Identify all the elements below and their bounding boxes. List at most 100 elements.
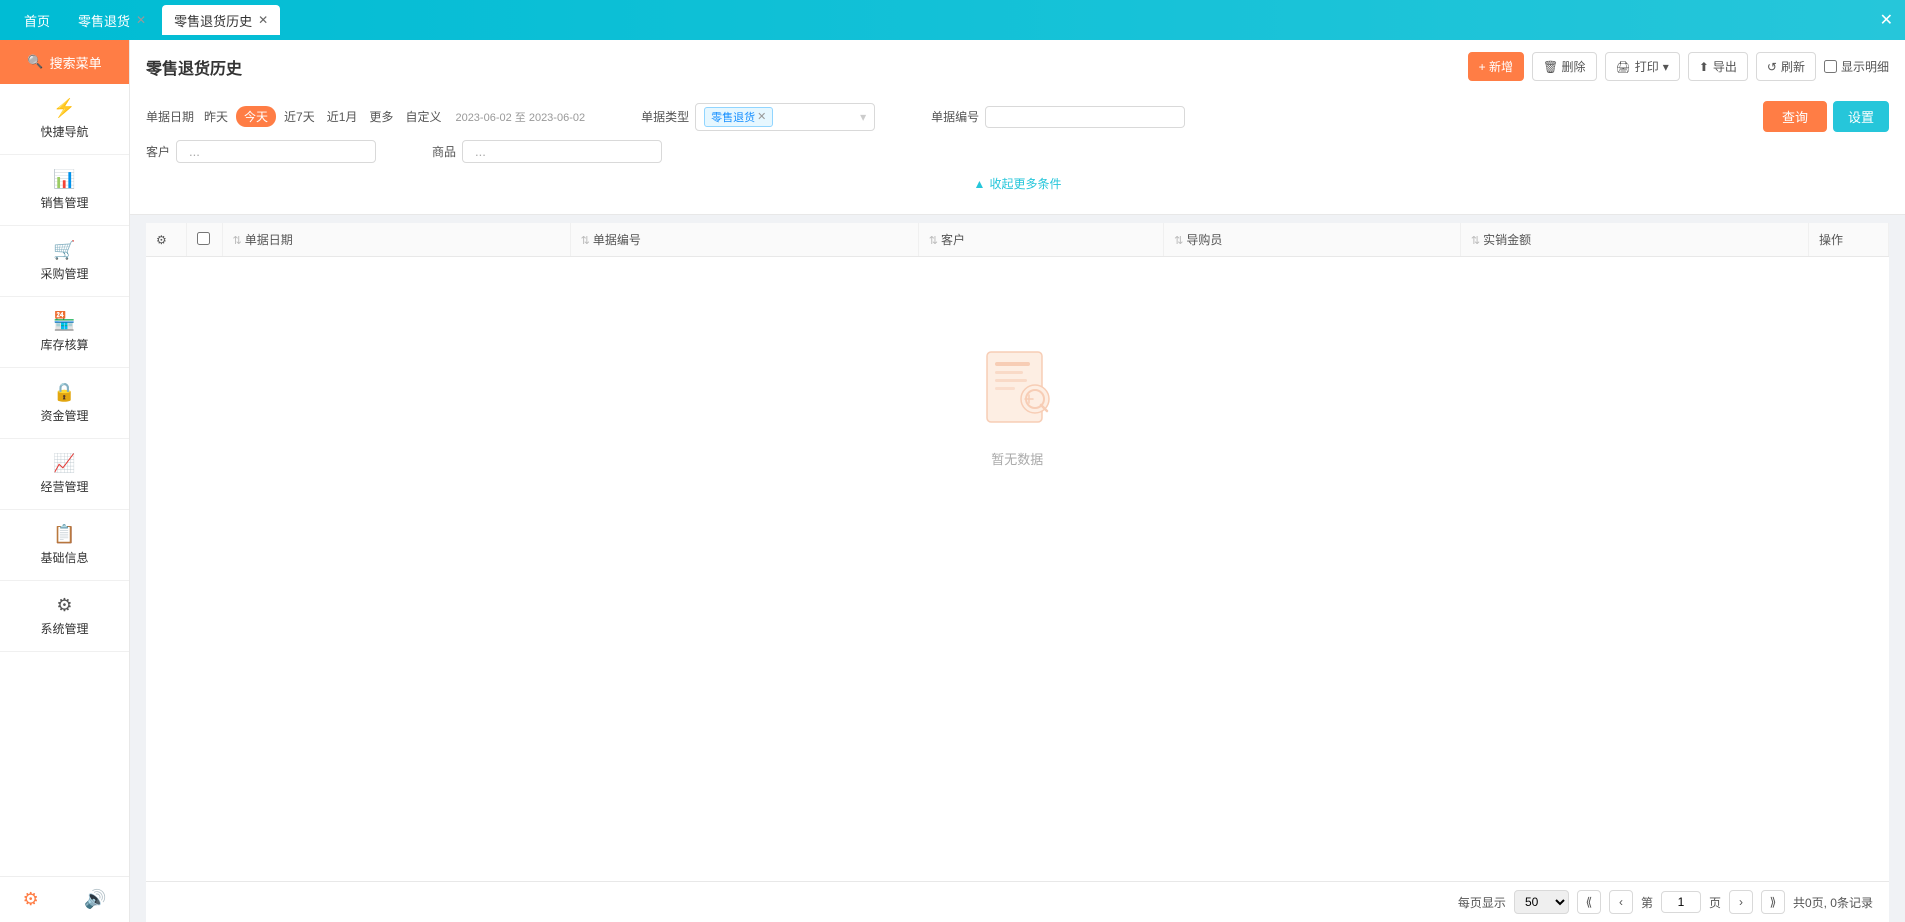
collapse-filter-button[interactable]: ▲ 收起更多条件 [974,175,1062,192]
date-btn-yesterday[interactable]: 昨天 [200,106,232,127]
sidebar-item-sales-mgmt-label: 销售管理 [40,194,88,211]
doc-no-label: 单据编号 [931,108,979,125]
doc-type-tag: 零售退货 ✕ [704,107,773,127]
date-btn-today[interactable]: 今天 [236,106,276,127]
customer-label: 客户 [146,143,170,160]
toolbar: + 新增 🗑 删除 🖨 🖨 打印 打印 ▾ ⬆ 导出 ↺ 刷新 [1468,52,1889,81]
sidebar-item-finance-label: 资金管理 [40,407,88,424]
query-button[interactable]: 查询 [1763,101,1827,132]
sidebar: 🔍 搜索菜单 ⚡ 快捷导航 📊 销售管理 🛒 采购管理 🏪 库存核算 🔒 资金管… [0,40,130,922]
sidebar-audio-icon[interactable]: 🔊 [84,889,106,910]
page-label-prefix: 第 [1641,894,1653,911]
doc-type-filter: 单据类型 零售退货 ✕ ▾ [641,103,875,131]
show-detail-checkbox-label[interactable]: 显示明细 [1824,58,1889,75]
table-container: ⚙ 单据日期 单据编号 客户 导购员 实销金额 操作 [146,223,1889,881]
sidebar-item-operations[interactable]: 📈 经营管理 [0,439,129,510]
sidebar-item-inventory[interactable]: 🏪 库存核算 [0,297,129,368]
tab-retail-return[interactable]: 零售退货 ✕ [66,5,158,35]
filter-row-2: 客户 ... 商品 ... [146,140,1889,163]
tab-retail-return-history-close[interactable]: ✕ [258,13,268,27]
collapse-label: 收起更多条件 [989,175,1061,192]
search-icon: 🔍 [27,54,43,70]
export-button[interactable]: ⬆ 导出 [1688,52,1748,81]
tab-retail-return-history[interactable]: 零售退货历史 ✕ [162,5,280,35]
goods-ellipsis[interactable]: ... [471,144,490,159]
goods-select[interactable]: ... [462,140,662,163]
page-title: 零售退货历史 [146,55,242,79]
system-mgmt-icon: ⚙ [56,595,72,616]
page-input[interactable]: 1 [1661,891,1701,913]
th-doc-date[interactable]: 单据日期 [222,223,570,257]
quick-nav-icon: ⚡ [53,98,75,119]
table-head: ⚙ 单据日期 单据编号 客户 导购员 实销金额 操作 [146,223,1889,257]
page-size-label: 每页显示 [1458,894,1506,911]
sidebar-item-system-mgmt[interactable]: ⚙ 系统管理 [0,581,129,652]
empty-state-illustration [967,337,1067,437]
sidebar-item-quick-nav[interactable]: ⚡ 快捷导航 [0,84,129,155]
th-customer[interactable]: 客户 [918,223,1163,257]
collapse-icon: ▲ [974,177,986,191]
page-first-button[interactable]: ⟪ [1577,890,1601,914]
refresh-button[interactable]: ↺ 刷新 [1756,52,1816,81]
date-btn-last7[interactable]: 近7天 [280,106,319,127]
sidebar-search-label: 搜索菜单 [50,53,102,72]
inventory-icon: 🏪 [53,311,75,332]
content-inner: ⚙ 单据日期 单据编号 客户 导购员 实销金额 操作 [130,215,1905,922]
column-settings-icon[interactable]: ⚙ [156,233,167,247]
sidebar-settings-icon[interactable]: ⚙ [23,889,39,910]
customer-ellipsis[interactable]: ... [185,144,204,159]
export-icon: ⬆ [1699,60,1709,74]
th-amount[interactable]: 实销金额 [1460,223,1808,257]
doc-type-tag-close[interactable]: ✕ [757,110,766,123]
page-header: 零售退货历史 + 新增 🗑 删除 🖨 🖨 打印 打印 ▾ ⬆ 导出 [130,40,1905,215]
doc-type-select[interactable]: 零售退货 ✕ ▾ [695,103,875,131]
page-size-select[interactable]: 20 50 100 [1514,890,1569,914]
th-action: 操作 [1809,223,1889,257]
page-prev-button[interactable]: ‹ [1609,890,1633,914]
page-last-button[interactable]: ⟫ [1761,890,1785,914]
page-label-suffix: 页 [1709,894,1721,911]
doc-type-label: 单据类型 [641,108,689,125]
sales-mgmt-icon: 📊 [53,169,75,190]
sidebar-bottom: ⚙ 🔊 [0,876,129,922]
basic-info-icon: 📋 [53,524,75,545]
sidebar-item-basic-info[interactable]: 📋 基础信息 [0,510,129,581]
print-button[interactable]: 🖨 🖨 打印 打印 ▾ [1605,52,1680,81]
date-btn-more[interactable]: 更多 [365,106,397,127]
doc-type-dropdown-icon: ▾ [860,110,866,124]
doc-no-input[interactable] [985,106,1185,128]
date-shortcuts: 昨天 今天 近7天 近1月 更多 自定义 [200,106,445,127]
print-dropdown-icon: ▾ [1663,60,1669,74]
sidebar-item-purchase-mgmt-label: 采购管理 [40,265,88,282]
content-area: 零售退货历史 + 新增 🗑 删除 🖨 🖨 打印 打印 ▾ ⬆ 导出 [130,40,1905,922]
settings-button[interactable]: 设置 [1833,101,1889,132]
sidebar-item-sales-mgmt[interactable]: 📊 销售管理 [0,155,129,226]
select-all-checkbox[interactable] [197,232,210,245]
date-btn-custom[interactable]: 自定义 [401,106,445,127]
sidebar-item-finance[interactable]: 🔒 资金管理 [0,368,129,439]
th-doc-no[interactable]: 单据编号 [570,223,918,257]
date-filter-label: 单据日期 [146,108,194,125]
table-header-row: ⚙ 单据日期 单据编号 客户 导购员 实销金额 操作 [146,223,1889,257]
operations-icon: 📈 [53,453,75,474]
sidebar-item-purchase-mgmt[interactable]: 🛒 采购管理 [0,226,129,297]
sidebar-search-btn[interactable]: 🔍 搜索菜单 [0,40,129,84]
delete-button[interactable]: 🗑 删除 [1532,52,1597,81]
th-guide[interactable]: 导购员 [1164,223,1461,257]
tab-home[interactable]: 首页 [12,5,62,35]
goods-label: 商品 [432,143,456,160]
data-table: ⚙ 单据日期 单据编号 客户 导购员 实销金额 操作 [146,223,1889,548]
new-button[interactable]: + 新增 [1468,52,1524,81]
refresh-icon: ↺ [1767,60,1777,74]
date-btn-last-month[interactable]: 近1月 [323,106,362,127]
show-detail-checkbox[interactable] [1824,60,1837,73]
window-close-button[interactable]: ✕ [1880,10,1893,30]
customer-select[interactable]: ... [176,140,376,163]
th-check[interactable] [186,223,222,257]
doc-type-tag-label: 零售退货 [711,109,755,125]
tab-retail-return-close[interactable]: ✕ [136,13,146,27]
purchase-mgmt-icon: 🛒 [53,240,75,261]
th-settings[interactable]: ⚙ [146,223,186,257]
page-next-button[interactable]: › [1729,890,1753,914]
finance-icon: 🔒 [53,382,75,403]
